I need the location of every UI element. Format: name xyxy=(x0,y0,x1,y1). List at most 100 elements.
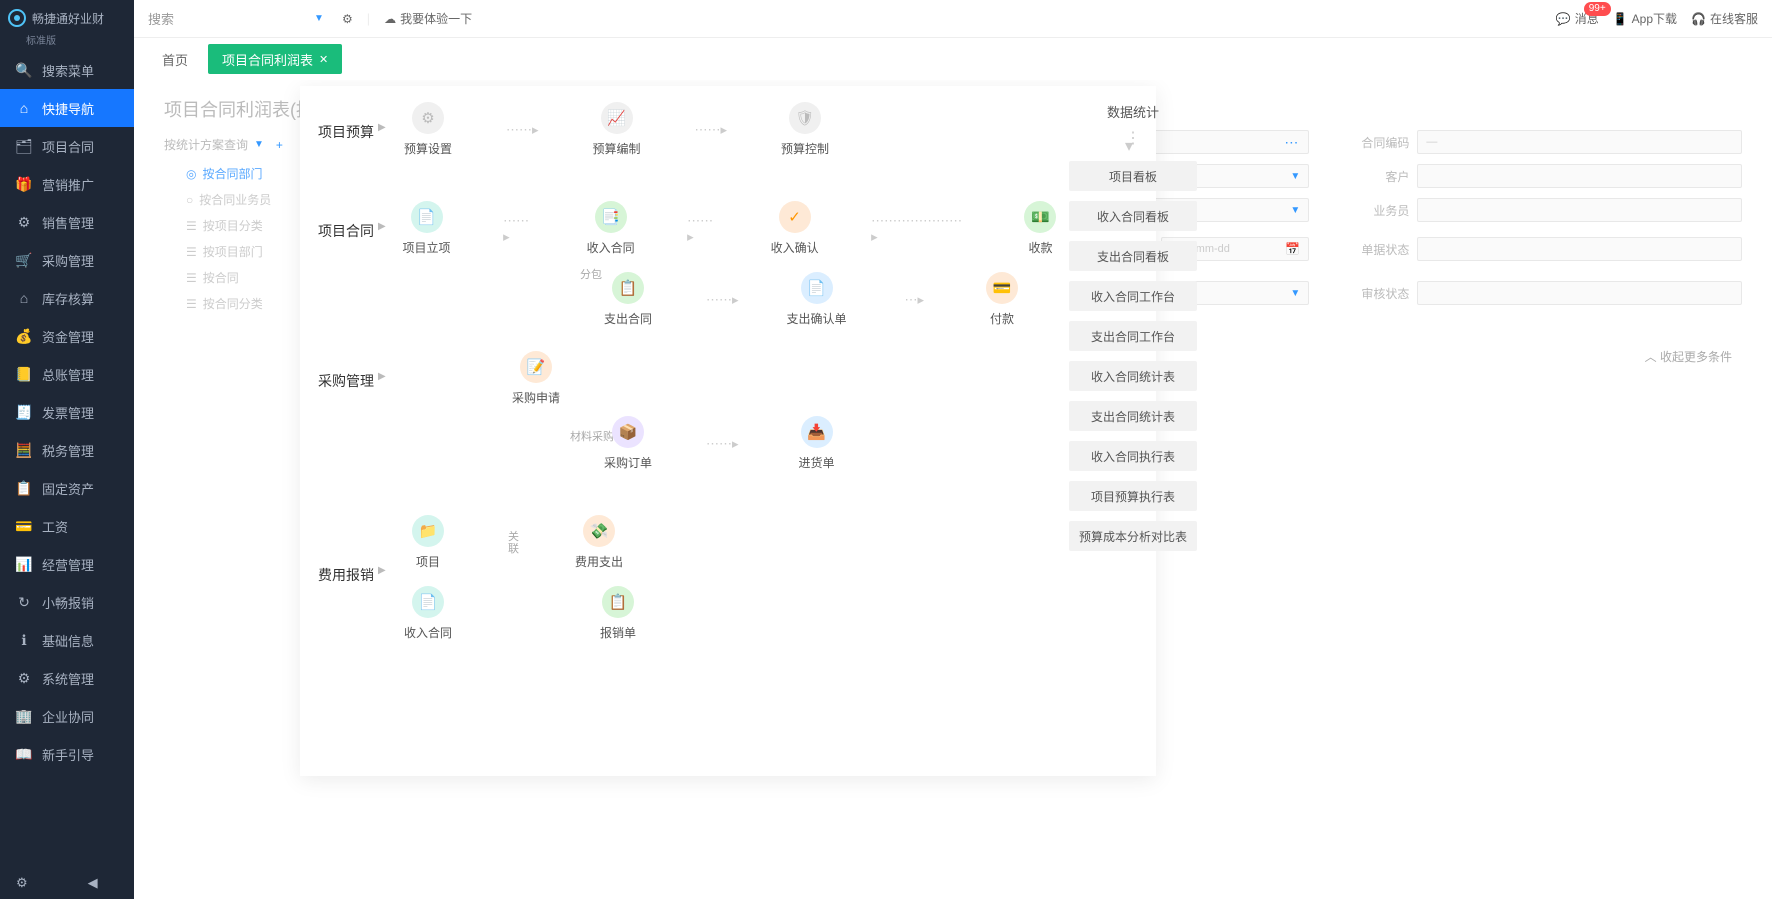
node-budget-edit[interactable]: 📈预算编制 xyxy=(587,102,647,157)
section-title: 项目预算 xyxy=(318,122,374,142)
arrow-icon: ⋯⋯▸ xyxy=(706,292,739,308)
stats-budget-cost-compare[interactable]: 预算成本分析对比表 xyxy=(1069,521,1197,551)
stats-expense-stat[interactable]: 支出合同统计表 xyxy=(1069,401,1197,431)
nav-label: 快捷导航 xyxy=(42,99,94,118)
nav-inventory[interactable]: ⌂库存核算 xyxy=(0,279,134,317)
top-search[interactable]: 搜索 ▼ xyxy=(148,9,328,28)
node-payment[interactable]: 💳付款 xyxy=(972,272,1032,327)
node-purchase-request[interactable]: 📝采购申请 xyxy=(506,351,566,406)
node-collection[interactable]: 💵收款 xyxy=(1012,201,1069,256)
chevron-down-icon: ▼ xyxy=(1290,205,1300,216)
section-title: 采购管理 xyxy=(318,371,374,391)
chart-icon: 📊 xyxy=(16,556,32,572)
nav-quick-nav[interactable]: ⌂快捷导航 xyxy=(0,89,134,127)
select-input[interactable] xyxy=(1417,237,1742,261)
text-input[interactable] xyxy=(1417,198,1742,222)
nav-system[interactable]: ⚙系统管理 xyxy=(0,659,134,697)
experience-link[interactable]: ☁我要体验一下 xyxy=(384,10,472,27)
nav-label: 固定资产 xyxy=(42,479,94,498)
nav-business[interactable]: 📊经营管理 xyxy=(0,545,134,583)
circle-icon: ○ xyxy=(186,187,193,213)
nav-label: 销售管理 xyxy=(42,213,94,232)
field-label: 业务员 xyxy=(1339,202,1409,219)
node-goods-receipt[interactable]: 📥进货单 xyxy=(787,416,847,471)
tab-profit-report[interactable]: 项目合同利润表 ✕ xyxy=(208,44,342,74)
nav-guide[interactable]: 📖新手引导 xyxy=(0,735,134,773)
chevron-right-icon: ▶ xyxy=(378,565,386,576)
guide-icon: 📖 xyxy=(16,746,32,762)
node-budget-control[interactable]: 🛡预算控制 xyxy=(775,102,835,157)
stats-expense-workstation[interactable]: 支出合同工作台 xyxy=(1069,321,1197,351)
sidebar: 畅捷通好业财 标准版 🔍搜索菜单 ⌂快捷导航 🗂项目合同 🎁营销推广 ⚙销售管理… xyxy=(0,0,134,899)
nav-fixed-assets[interactable]: 📋固定资产 xyxy=(0,469,134,507)
order-icon: 📦 xyxy=(612,416,644,448)
tab-home[interactable]: 首页 xyxy=(148,44,202,74)
nav-marketing[interactable]: 🎁营销推广 xyxy=(0,165,134,203)
service-text: 在线客服 xyxy=(1710,10,1758,27)
top-settings[interactable]: ⚙ xyxy=(342,12,353,26)
stats-project-board[interactable]: 项目看板 xyxy=(1069,161,1197,191)
node-budget-setting[interactable]: ⚙预算设置 xyxy=(398,102,458,157)
nav-label: 采购管理 xyxy=(42,251,94,270)
nav-invoice[interactable]: 🧾发票管理 xyxy=(0,393,134,431)
nav-purchase[interactable]: 🛒采购管理 xyxy=(0,241,134,279)
gear-icon[interactable]: ⚙ xyxy=(16,875,28,891)
node-expense-out[interactable]: 💸费用支出 xyxy=(569,515,629,570)
node-project-init[interactable]: 📄项目立项 xyxy=(398,201,455,256)
node-expense-confirm[interactable]: 📄支出确认单 xyxy=(787,272,847,327)
service-link[interactable]: 🎧在线客服 xyxy=(1691,10,1758,27)
section-purchase: 采购管理▶ 📝采购申请 材料采购 📦采购订单 ⋯⋯▸ 📥进货单 xyxy=(318,351,1069,487)
nav-funds[interactable]: 💰资金管理 xyxy=(0,317,134,355)
nav-xiaochang[interactable]: ↻小畅报销 xyxy=(0,583,134,621)
more-icon: ⋯ xyxy=(1284,134,1300,151)
plus-icon[interactable]: + xyxy=(276,138,283,152)
node-expense-contract[interactable]: 📋支出合同 xyxy=(598,272,658,327)
pay-icon: 💳 xyxy=(986,272,1018,304)
download-link[interactable]: 📱App下载 xyxy=(1613,10,1677,27)
tab-label: 项目合同利润表 xyxy=(222,50,313,69)
stats-income-exec[interactable]: 收入合同执行表 xyxy=(1069,441,1197,471)
arrow-icon: ⋯▸ xyxy=(905,292,925,308)
doc-icon: 📄 xyxy=(411,201,443,233)
close-icon[interactable]: ✕ xyxy=(319,53,328,66)
node-project[interactable]: 📁项目 xyxy=(398,515,458,570)
receipt-icon: 🧾 xyxy=(16,404,32,420)
stats-income-workstation[interactable]: 收入合同工作台 xyxy=(1069,281,1197,311)
gear-icon: ⚙ xyxy=(16,214,32,230)
node-income-confirm[interactable]: ✓收入确认 xyxy=(766,201,823,256)
collapse-more[interactable]: ︿ 收起更多条件 xyxy=(1645,348,1732,365)
project-icon: 📁 xyxy=(412,515,444,547)
nav-enterprise[interactable]: 🏢企业协同 xyxy=(0,697,134,735)
node-reimburse[interactable]: 📋报销单 xyxy=(588,586,648,641)
shield-icon: 🛡 xyxy=(789,102,821,134)
messages-link[interactable]: 💬消息 99+ xyxy=(1556,10,1599,27)
nav-payroll[interactable]: 💳工资 xyxy=(0,507,134,545)
nav-search-menu[interactable]: 🔍搜索菜单 xyxy=(0,51,134,89)
chevron-down-icon: ▼ xyxy=(1290,171,1300,182)
contract-icon: 📋 xyxy=(612,272,644,304)
nav-basic-info[interactable]: ℹ基础信息 xyxy=(0,621,134,659)
select-input[interactable] xyxy=(1417,281,1742,305)
stats-income-stat[interactable]: 收入合同统计表 xyxy=(1069,361,1197,391)
stats-column: 数据统计 ⋮▾ 项目看板 收入合同看板 支出合同看板 收入合同工作台 支出合同工… xyxy=(1069,102,1197,685)
nav-label: 系统管理 xyxy=(42,669,94,688)
nav-tax[interactable]: 🧮税务管理 xyxy=(0,431,134,469)
nav: 🔍搜索菜单 ⌂快捷导航 🗂项目合同 🎁营销推广 ⚙ 销售管理 🛒采购管理 ⌂库存核… xyxy=(0,51,134,867)
node-income-contract-2[interactable]: 📄收入合同 xyxy=(398,586,458,641)
msg-badge: 99+ xyxy=(1584,2,1611,16)
building-icon: 🏢 xyxy=(16,708,32,724)
node-income-contract[interactable]: 📑收入合同 xyxy=(582,201,639,256)
list-icon: ☰ xyxy=(186,291,197,317)
text-input[interactable] xyxy=(1417,164,1742,188)
text-input[interactable]: — xyxy=(1417,130,1742,154)
nav-ledger[interactable]: 📒总账管理 xyxy=(0,355,134,393)
stats-expense-board[interactable]: 支出合同看板 xyxy=(1069,241,1197,271)
node-purchase-order[interactable]: 📦采购订单 xyxy=(598,416,658,471)
collapse-icon[interactable]: ◀ xyxy=(88,875,98,891)
nav-project-contract[interactable]: 🗂项目合同 xyxy=(0,127,134,165)
stats-income-board[interactable]: 收入合同看板 xyxy=(1069,201,1197,231)
topbar: 搜索 ▼ ⚙ | ☁我要体验一下 💬消息 99+ 📱App下载 🎧在线客服 xyxy=(134,0,1772,38)
stats-budget-exec[interactable]: 项目预算执行表 xyxy=(1069,481,1197,511)
nav-sales[interactable]: ⚙ 销售管理 xyxy=(0,203,134,241)
target-icon: ◎ xyxy=(186,161,196,187)
